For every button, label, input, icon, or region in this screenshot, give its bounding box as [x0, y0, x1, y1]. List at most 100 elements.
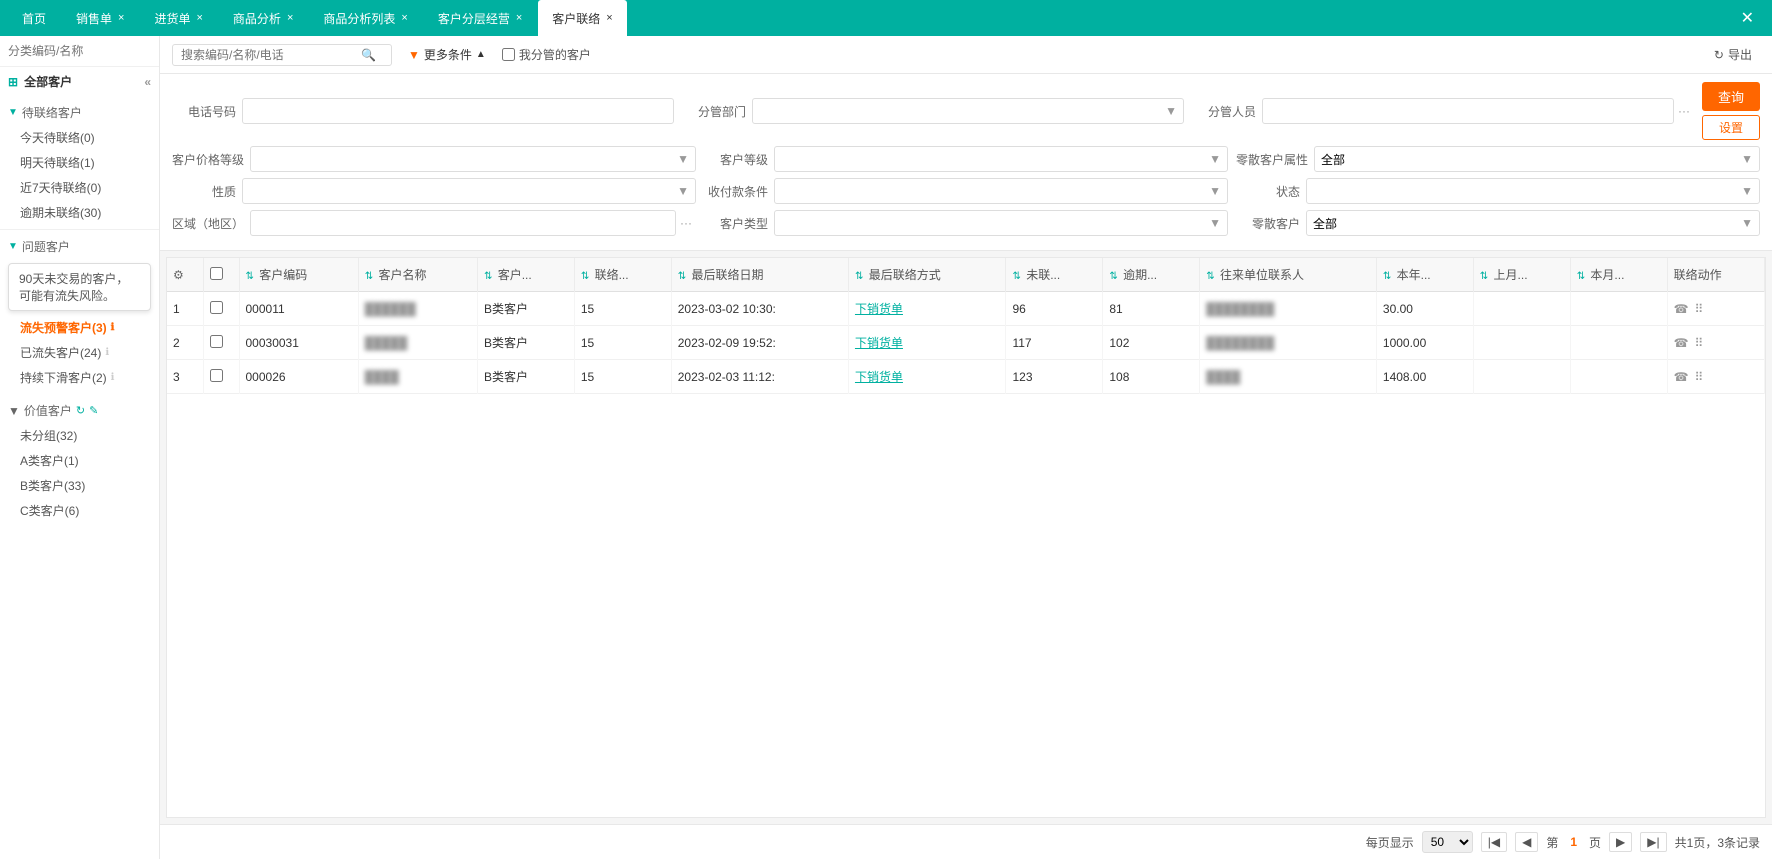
filter-phone-input[interactable] [242, 98, 674, 124]
sort-icon: ⇅ [484, 271, 492, 282]
tab-sales[interactable]: 销售单 × [62, 0, 138, 36]
sidebar-item-tomorrow[interactable]: 明天待联络(1) [0, 150, 159, 175]
all-customers-header[interactable]: ⊞ 全部客户 « [0, 67, 159, 96]
row-checkbox[interactable] [210, 369, 223, 382]
refresh-icon: ↻ [1714, 48, 1724, 62]
filter-customer-level-select[interactable]: ▼ [774, 146, 1228, 172]
tab-customer-contact[interactable]: 客户联络 × [538, 0, 626, 36]
filter-nature-select[interactable]: ▼ [242, 178, 696, 204]
close-icon[interactable]: × [516, 12, 522, 24]
more-icon[interactable]: ⠿ [1695, 370, 1704, 384]
sidebar-item-today[interactable]: 今天待联络(0) [0, 125, 159, 150]
filter-area-label: 区域（地区） [172, 215, 250, 232]
contact-method-link[interactable]: 下销货单 [855, 370, 903, 384]
info-icon: ℹ [105, 347, 109, 358]
more-icon[interactable]: ⠿ [1695, 336, 1704, 350]
filter-price-level: 客户价格等级 ▼ [172, 146, 696, 172]
row-action: ☎ ⠿ [1667, 292, 1764, 326]
row-last-contact-date: 2023-02-03 11:12: [671, 360, 848, 394]
filter-status-select[interactable]: ▼ [1306, 178, 1760, 204]
row-this-month [1570, 360, 1667, 394]
settings-button[interactable]: 设置 [1702, 115, 1760, 140]
search-icon[interactable]: 🔍 [361, 48, 376, 62]
filter-row-4: 区域（地区） ··· 客户类型 ▼ 零散客户 全部 [172, 210, 1760, 236]
more-icon[interactable]: ⠿ [1695, 302, 1704, 316]
sort-icon: ⇅ [246, 271, 254, 282]
filter-retail-attr-select[interactable]: 全部 ▼ [1314, 146, 1760, 172]
close-icon[interactable]: × [118, 12, 124, 24]
sidebar-item-b-class[interactable]: B类客户(33) [0, 473, 159, 498]
close-icon[interactable]: × [196, 12, 202, 24]
sidebar-search-input[interactable] [8, 44, 160, 58]
refresh-icon[interactable]: ↻ [76, 404, 85, 417]
close-icon[interactable]: × [606, 12, 612, 24]
close-icon[interactable]: × [401, 12, 407, 24]
contact-method-link[interactable]: 下销货单 [855, 336, 903, 350]
row-last-contact-method[interactable]: 下销货单 [848, 326, 1006, 360]
filter-retail-customer-label: 零散客户 [1236, 215, 1306, 232]
filter-payment-select[interactable]: ▼ [774, 178, 1228, 204]
query-button[interactable]: 查询 [1702, 82, 1760, 111]
sidebar-group-title-risk[interactable]: ▼ 问题客户 [0, 234, 159, 259]
filter-dept-select[interactable]: ▼ [752, 98, 1184, 124]
filter-customer-type-select[interactable]: ▼ [774, 210, 1228, 236]
sidebar-item-declining[interactable]: 持续下滑客户(2) ℹ [0, 365, 159, 390]
filter-button[interactable]: ▼ 更多条件 ▲ [400, 42, 494, 67]
prev-page-button[interactable]: ◀ [1515, 832, 1538, 852]
sidebar-item-unsorted[interactable]: 未分组(32) [0, 423, 159, 448]
window-close-button[interactable]: ✕ [1731, 8, 1764, 28]
my-customers-label[interactable]: 我分管的客户 [502, 46, 591, 63]
chevron-down-icon: ▼ [1741, 184, 1753, 198]
arrow-icon: ▼ [8, 404, 20, 418]
row-unit-contact: ████████ [1200, 292, 1377, 326]
filter-price-level-select[interactable]: ▼ [250, 146, 696, 172]
row-checkbox[interactable] [210, 335, 223, 348]
search-input[interactable] [181, 48, 361, 62]
page-size-select[interactable]: 50 10 20 100 [1422, 831, 1473, 853]
select-all-checkbox[interactable] [210, 267, 223, 280]
sidebar-item-c-class[interactable]: C类客户(6) [0, 498, 159, 523]
filter-person-dots[interactable]: ··· [1674, 104, 1694, 118]
first-page-button[interactable]: |◀ [1481, 832, 1507, 852]
last-page-button[interactable]: ▶| [1640, 832, 1666, 852]
risk-tooltip: 90天未交易的客户，可能有流失风险。 [8, 263, 151, 311]
filter-retail-customer-select[interactable]: 全部 ▼ [1306, 210, 1760, 236]
tab-customer-segment[interactable]: 客户分层经营 × [424, 0, 536, 36]
next-page-button[interactable]: ▶ [1609, 832, 1632, 852]
filter-area-dots[interactable]: ··· [676, 216, 696, 230]
settings-icon[interactable]: ⚙ [173, 268, 184, 282]
contact-icon[interactable]: ☎ [1674, 302, 1689, 316]
sidebar-item-a-class[interactable]: A类客户(1) [0, 448, 159, 473]
tab-product-analysis-list[interactable]: 商品分析列表 × [309, 0, 421, 36]
row-this-month [1570, 326, 1667, 360]
filter-area-select[interactable] [250, 210, 676, 236]
filter-nature-label: 性质 [172, 183, 242, 200]
contact-icon[interactable]: ☎ [1674, 370, 1689, 384]
collapse-icon: « [144, 75, 151, 89]
close-icon[interactable]: × [287, 12, 293, 24]
sidebar-item-at-risk[interactable]: 流失预警客户(3) ℹ [0, 315, 159, 340]
sidebar-item-overdue[interactable]: 逾期未联络(30) [0, 200, 159, 225]
row-last-contact-method[interactable]: 下销货单 [848, 360, 1006, 394]
sidebar-group-pending: ▼ 待联络客户 今天待联络(0) 明天待联络(1) 近7天待联络(0) 逾期未联… [0, 96, 159, 229]
my-customers-checkbox[interactable] [502, 48, 515, 61]
export-button[interactable]: ↻ 导出 [1706, 42, 1760, 67]
contact-icon[interactable]: ☎ [1674, 336, 1689, 350]
tab-purchase[interactable]: 进货单 × [140, 0, 216, 36]
data-table-container: ⚙ ⇅ 客户编码 ⇅ 客户名称 [166, 257, 1766, 818]
sidebar-item-7days[interactable]: 近7天待联络(0) [0, 175, 159, 200]
tab-product-analysis[interactable]: 商品分析 × [219, 0, 307, 36]
row-checkbox[interactable] [210, 301, 223, 314]
content-area: 🔍 ▼ 更多条件 ▲ 我分管的客户 ↻ 导出 电话号码 [160, 36, 1772, 859]
filter-person-select[interactable] [1262, 98, 1674, 124]
sidebar-item-lost[interactable]: 已流失客户(24) ℹ [0, 340, 159, 365]
filter-retail-attr: 零散客户属性 全部 ▼ [1236, 146, 1760, 172]
edit-icon[interactable]: ✎ [89, 404, 98, 417]
row-last-contact-method[interactable]: 下销货单 [848, 292, 1006, 326]
tab-home[interactable]: 首页 [8, 0, 60, 36]
sidebar-group-title-pending[interactable]: ▼ 待联络客户 [0, 100, 159, 125]
row-last-contact-date: 2023-02-09 19:52: [671, 326, 848, 360]
row-this-year: 30.00 [1376, 292, 1473, 326]
contact-method-link[interactable]: 下销货单 [855, 302, 903, 316]
sidebar-group-title-value[interactable]: ▼ 价值客户 ↻ ✎ [0, 398, 159, 423]
